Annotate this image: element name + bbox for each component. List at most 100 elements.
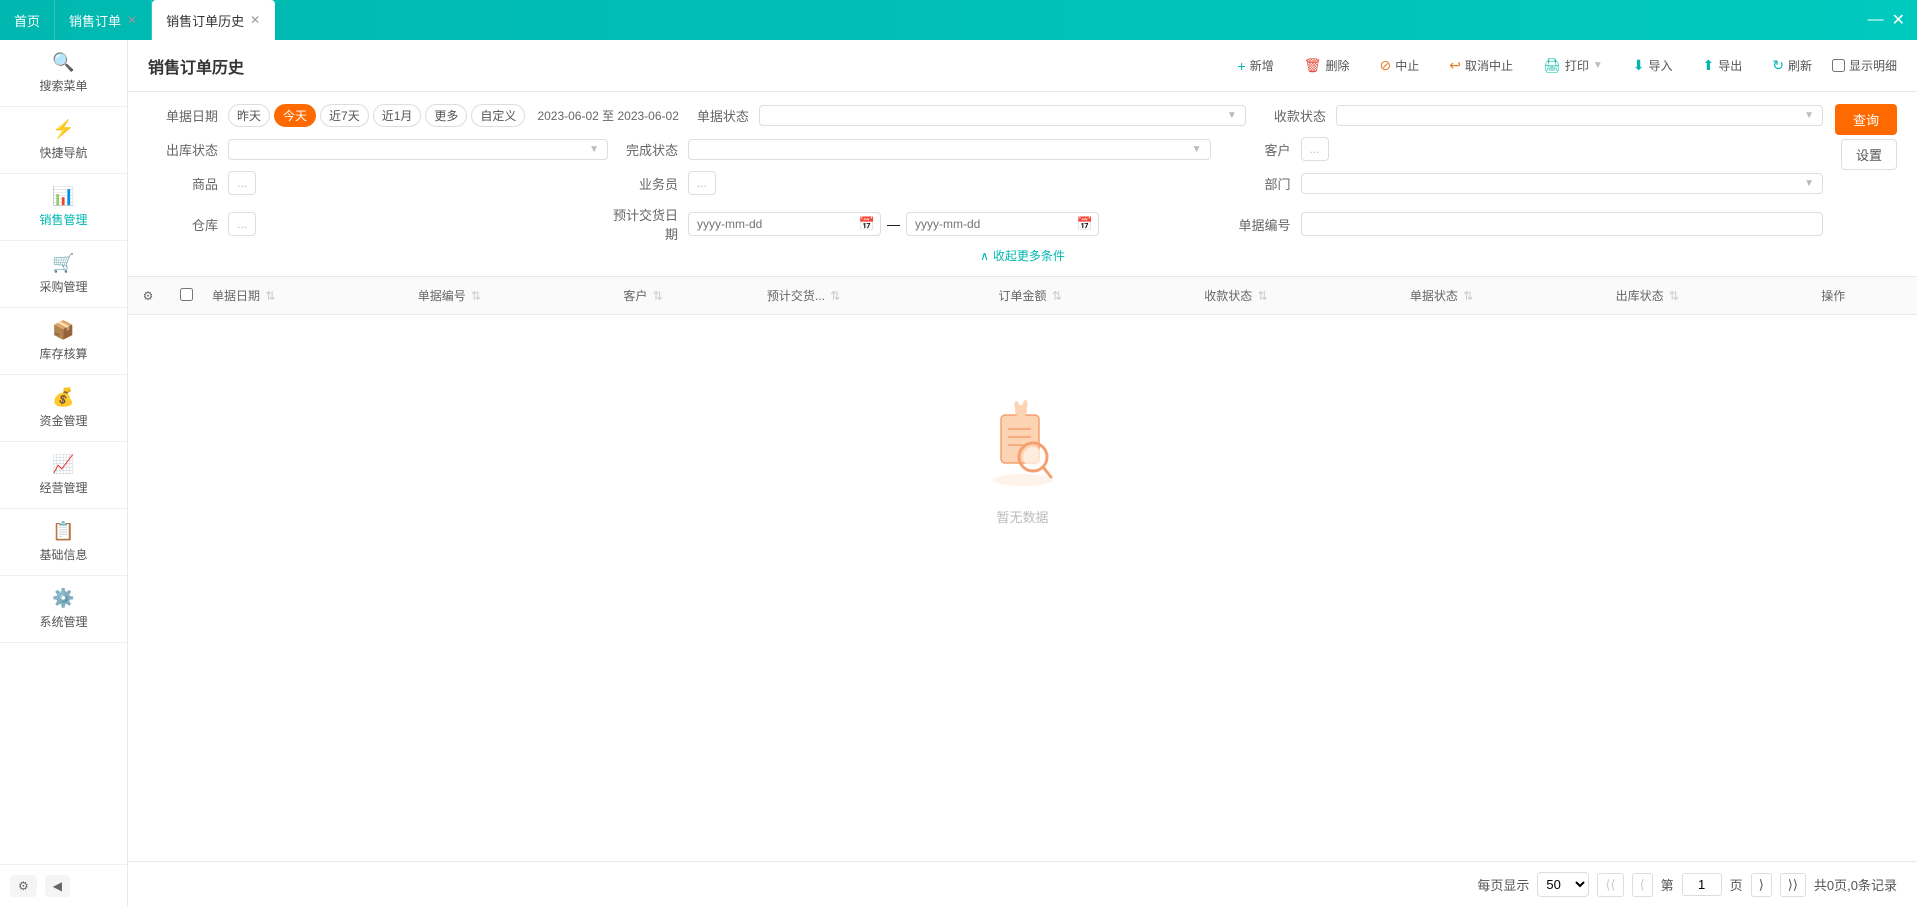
import-button[interactable]: ⬇ 导入 <box>1623 52 1683 79</box>
th-order-amount[interactable]: 订单金额 ⇅ <box>991 277 1197 315</box>
sidebar-item-system-mgmt[interactable]: ⚙️ 系统管理 <box>0 576 127 643</box>
th-expected-delivery[interactable]: 预计交货... ⇅ <box>759 277 991 315</box>
empty-text: 暂无数据 <box>996 507 1048 526</box>
payment-status-select[interactable]: ▼ <box>1336 105 1823 126</box>
empty-state: 暂无数据 <box>128 315 1917 606</box>
per-page-select[interactable]: 50 10 20 100 <box>1537 872 1589 897</box>
cancel-stop-button[interactable]: ↩ 取消中止 <box>1439 52 1523 79</box>
warehouse-picker-btn[interactable]: ... <box>228 212 256 236</box>
sidebar-item-inventory[interactable]: 📦 库存核算 <box>0 308 127 375</box>
refresh-icon: ↻ <box>1772 57 1784 74</box>
sidebar-collapse-btn[interactable]: ◀ <box>45 875 70 897</box>
content-area: 销售订单历史 + 新增 🗑 删除 ⊘ 中止 ↩ 取消中止 <box>128 40 1917 907</box>
sales-mgmt-icon: 📊 <box>52 186 74 207</box>
page-input[interactable] <box>1682 873 1722 896</box>
doc-number-input[interactable] <box>1301 212 1824 236</box>
doc-date-label: 单据日期 <box>148 106 228 125</box>
th-doc-status[interactable]: 单据状态 ⇅ <box>1402 277 1608 315</box>
inventory-icon: 📦 <box>52 320 74 341</box>
select-all-checkbox[interactable] <box>180 288 193 301</box>
show-detail-checkbox-wrapper[interactable]: 显示明细 <box>1832 57 1897 74</box>
show-detail-checkbox[interactable] <box>1832 59 1845 72</box>
prev-page-btn[interactable]: ⟨ <box>1632 873 1653 897</box>
new-icon: + <box>1238 58 1246 74</box>
last-page-btn[interactable]: ⟩⟩ <box>1780 873 1806 897</box>
doc-status-select[interactable]: ▼ <box>759 105 1246 126</box>
sort-payment-status-icon: ⇅ <box>1258 289 1268 303</box>
warehouse-label: 仓库 <box>148 215 228 234</box>
query-button[interactable]: 查询 <box>1835 104 1897 135</box>
sidebar-item-search-menu[interactable]: 🔍 搜索菜单 <box>0 40 127 107</box>
expected-date-label: 预计交货日期 <box>608 205 688 243</box>
top-bar: 首页 销售订单 ✕ 销售订单历史 ✕ — ✕ <box>0 0 1917 40</box>
refresh-button[interactable]: ↻ 刷新 <box>1762 52 1822 79</box>
filter-row-4: 仓库 ... 预计交货日期 📅 — <box>148 205 1823 243</box>
doc-number-label: 单据编号 <box>1221 215 1301 234</box>
delivery-status-chevron: ▼ <box>589 144 599 155</box>
salesperson-label: 业务员 <box>608 174 688 193</box>
expected-date-range: 📅 — 📅 <box>688 212 1099 236</box>
search-menu-icon: 🔍 <box>52 52 74 73</box>
sidebar: 🔍 搜索菜单 ⚡ 快捷导航 📊 销售管理 🛒 采购管理 📦 库存核算 💰 资金管… <box>0 40 128 907</box>
th-customer[interactable]: 客户 ⇅ <box>615 277 759 315</box>
customer-picker-btn[interactable]: ... <box>1301 137 1329 161</box>
tab-sales-history[interactable]: 销售订单历史 ✕ <box>152 0 275 40</box>
close-window-icon[interactable]: ✕ <box>1892 10 1905 30</box>
completion-status-label: 完成状态 <box>608 140 688 159</box>
doc-status-label: 单据状态 <box>679 106 759 125</box>
tab-home[interactable]: 首页 <box>0 0 55 40</box>
th-doc-number[interactable]: 单据编号 ⇅ <box>410 277 616 315</box>
sort-doc-date-icon: ⇅ <box>265 289 275 303</box>
date-7days-btn[interactable]: 近7天 <box>320 104 369 127</box>
export-button[interactable]: ⬆ 导出 <box>1692 52 1752 79</box>
date-1month-btn[interactable]: 近1月 <box>373 104 422 127</box>
filter-settings-button[interactable]: 设置 <box>1841 139 1897 170</box>
date-separator: — <box>887 217 900 232</box>
print-icon: 🖨 <box>1543 57 1561 74</box>
sidebar-item-base-info[interactable]: 📋 基础信息 <box>0 509 127 576</box>
sidebar-settings-btn[interactable]: ⚙ <box>10 875 37 897</box>
collapse-row[interactable]: ∧ 收起更多条件 <box>148 243 1897 264</box>
date-custom-btn[interactable]: 自定义 <box>471 104 525 127</box>
th-checkbox[interactable] <box>168 277 204 315</box>
date-from-input[interactable] <box>688 212 881 236</box>
th-payment-status[interactable]: 收款状态 ⇅ <box>1196 277 1402 315</box>
completion-status-select[interactable]: ▼ <box>688 139 1211 160</box>
date-yesterday-btn[interactable]: 昨天 <box>228 104 270 127</box>
data-table: ⚙ 单据日期 ⇅ 单据编号 ⇅ 客户 ⇅ <box>128 277 1917 606</box>
th-delivery-status[interactable]: 出库状态 ⇅ <box>1608 277 1814 315</box>
product-picker-btn[interactable]: ... <box>228 171 256 195</box>
sidebar-item-purchase-mgmt[interactable]: 🛒 采购管理 <box>0 241 127 308</box>
next-page-btn[interactable]: ⟩ <box>1751 873 1772 897</box>
payment-status-label: 收款状态 <box>1256 106 1336 125</box>
sort-expected-delivery-icon: ⇅ <box>830 289 840 303</box>
salesperson-picker-btn[interactable]: ... <box>688 171 716 195</box>
minimize-icon[interactable]: — <box>1868 11 1884 29</box>
print-button[interactable]: 🖨 打印 ▼ <box>1533 52 1613 79</box>
sort-customer-icon: ⇅ <box>653 289 663 303</box>
delivery-status-select[interactable]: ▼ <box>228 139 608 160</box>
tab-sales-order[interactable]: 销售订单 ✕ <box>55 0 152 40</box>
sidebar-item-capital[interactable]: 💰 资金管理 <box>0 375 127 442</box>
new-button[interactable]: + 新增 <box>1228 52 1284 79</box>
delivery-status-label: 出库状态 <box>148 140 228 159</box>
close-tab-sales-history[interactable]: ✕ <box>250 13 260 27</box>
query-area: 查询 设置 <box>1823 104 1897 170</box>
stop-button[interactable]: ⊘ 中止 <box>1370 52 1430 79</box>
first-page-btn[interactable]: ⟨⟨ <box>1597 873 1623 897</box>
date-to-input[interactable] <box>906 212 1099 236</box>
date-today-btn[interactable]: 今天 <box>274 104 316 127</box>
sidebar-item-sales-mgmt[interactable]: 📊 销售管理 <box>0 174 127 241</box>
sort-doc-status-icon: ⇅ <box>1463 289 1473 303</box>
th-gear[interactable]: ⚙ <box>128 277 168 315</box>
total-records-text: 共0页,0条记录 <box>1814 875 1897 894</box>
date-more-btn[interactable]: 更多 <box>425 104 467 127</box>
close-tab-sales-order[interactable]: ✕ <box>127 13 137 27</box>
page-label-after: 页 <box>1730 875 1743 894</box>
sidebar-item-operations[interactable]: 📈 经营管理 <box>0 442 127 509</box>
th-doc-date[interactable]: 单据日期 ⇅ <box>204 277 410 315</box>
sidebar-item-quick-nav[interactable]: ⚡ 快捷导航 <box>0 107 127 174</box>
delete-button[interactable]: 🗑 删除 <box>1294 52 1360 79</box>
capital-icon: 💰 <box>52 387 74 408</box>
department-select[interactable]: ▼ <box>1301 173 1824 194</box>
